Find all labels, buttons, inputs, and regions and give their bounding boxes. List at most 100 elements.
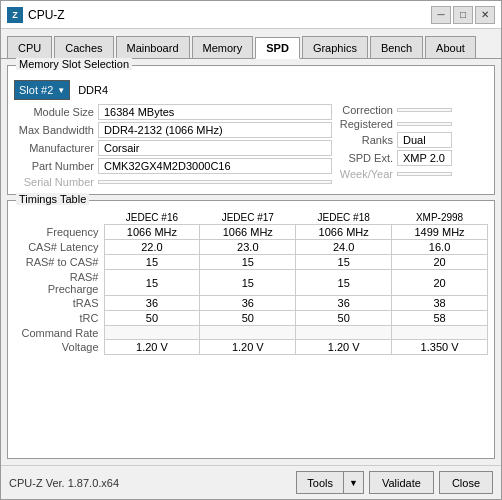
title-controls: ─ □ ✕	[431, 6, 495, 24]
close-button[interactable]: ✕	[475, 6, 495, 24]
footer: CPU-Z Ver. 1.87.0.x64 Tools ▼ Validate C…	[1, 465, 501, 499]
window-title: CPU-Z	[28, 8, 65, 22]
timing-cell-2-2: 15	[296, 255, 392, 270]
close-button-footer[interactable]: Close	[439, 471, 493, 494]
timing-row-label-1: CAS# Latency	[14, 240, 104, 255]
tab-memory[interactable]: Memory	[192, 36, 254, 58]
ranks-row: Ranks Dual	[338, 132, 488, 148]
serial-number-value	[98, 180, 332, 184]
slot-row: Slot #2 ▼ DDR4	[14, 80, 488, 100]
timing-cell-0-1: 1066 MHz	[200, 225, 296, 240]
main-content: Memory Slot Selection Slot #2 ▼ DDR4 Mod…	[1, 59, 501, 465]
timing-cell-4-3: 38	[392, 296, 488, 311]
title-bar-left: Z CPU-Z	[7, 7, 65, 23]
tools-dropdown-arrow-icon[interactable]: ▼	[344, 472, 363, 493]
tab-cpu[interactable]: CPU	[7, 36, 52, 58]
serial-number-row: Serial Number	[14, 176, 332, 188]
registered-label: Registered	[338, 118, 393, 130]
tools-button-label[interactable]: Tools	[297, 472, 344, 493]
timing-cell-0-3: 1499 MHz	[392, 225, 488, 240]
memory-slot-group-title: Memory Slot Selection	[16, 58, 132, 70]
timing-cell-5-1: 50	[200, 311, 296, 326]
timing-cell-2-0: 15	[104, 255, 200, 270]
spd-ext-value: XMP 2.0	[397, 150, 452, 166]
right-details: Correction Registered Ranks Dual SPD Ext…	[338, 104, 488, 188]
tools-button[interactable]: Tools ▼	[296, 471, 364, 494]
timing-cell-2-1: 15	[200, 255, 296, 270]
week-year-value	[397, 172, 452, 176]
timing-cell-5-0: 50	[104, 311, 200, 326]
timing-cell-4-0: 36	[104, 296, 200, 311]
validate-button[interactable]: Validate	[369, 471, 434, 494]
timing-row-label-3: RAS# Precharge	[14, 270, 104, 296]
correction-label: Correction	[338, 104, 393, 116]
manufacturer-row: Manufacturer Corsair	[14, 140, 332, 156]
manufacturer-value: Corsair	[98, 140, 332, 156]
timing-cell-7-1: 1.20 V	[200, 340, 296, 355]
timing-row-label-2: RAS# to CAS#	[14, 255, 104, 270]
main-window: Z CPU-Z ─ □ ✕ CPU Caches Mainboard Memor…	[0, 0, 502, 500]
week-year-label: Week/Year	[338, 168, 393, 180]
correction-row: Correction	[338, 104, 488, 116]
timing-cell-0-0: 1066 MHz	[104, 225, 200, 240]
timing-cell-1-2: 24.0	[296, 240, 392, 255]
spd-ext-row: SPD Ext. XMP 2.0	[338, 150, 488, 166]
tab-about[interactable]: About	[425, 36, 476, 58]
timing-row-label-0: Frequency	[14, 225, 104, 240]
dropdown-arrow-icon: ▼	[57, 86, 65, 95]
timing-cell-4-1: 36	[200, 296, 296, 311]
timings-group: Timings Table JEDEC #16 JEDEC #17 JEDEC …	[7, 200, 495, 459]
slot-dropdown[interactable]: Slot #2 ▼	[14, 80, 70, 100]
ranks-value: Dual	[397, 132, 452, 148]
col-header-jedec18: JEDEC #18	[296, 211, 392, 225]
timing-row-label-4: tRAS	[14, 296, 104, 311]
timing-cell-6-3	[392, 326, 488, 340]
registered-value	[397, 122, 452, 126]
timing-cell-0-2: 1066 MHz	[296, 225, 392, 240]
timing-cell-5-2: 50	[296, 311, 392, 326]
memory-slot-group: Memory Slot Selection Slot #2 ▼ DDR4 Mod…	[7, 65, 495, 195]
footer-buttons: Tools ▼ Validate Close	[296, 471, 493, 494]
app-icon: Z	[7, 7, 23, 23]
timing-cell-6-0	[104, 326, 200, 340]
timing-cell-3-2: 15	[296, 270, 392, 296]
col-header-jedec17: JEDEC #17	[200, 211, 296, 225]
correction-value	[397, 108, 452, 112]
maximize-button[interactable]: □	[453, 6, 473, 24]
timing-cell-3-3: 20	[392, 270, 488, 296]
timing-cell-1-0: 22.0	[104, 240, 200, 255]
tab-spd[interactable]: SPD	[255, 37, 300, 59]
minimize-button[interactable]: ─	[431, 6, 451, 24]
timing-cell-6-1	[200, 326, 296, 340]
timing-cell-2-3: 20	[392, 255, 488, 270]
timing-cell-7-0: 1.20 V	[104, 340, 200, 355]
timings-group-title: Timings Table	[16, 193, 89, 205]
max-bandwidth-row: Max Bandwidth DDR4-2132 (1066 MHz)	[14, 122, 332, 138]
timing-cell-4-2: 36	[296, 296, 392, 311]
part-number-row: Part Number CMK32GX4M2D3000C16	[14, 158, 332, 174]
timing-cell-3-1: 15	[200, 270, 296, 296]
tab-graphics[interactable]: Graphics	[302, 36, 368, 58]
left-details: Module Size 16384 MBytes Max Bandwidth D…	[14, 104, 332, 188]
timing-cell-6-2	[296, 326, 392, 340]
timing-row-label-7: Voltage	[14, 340, 104, 355]
tab-caches[interactable]: Caches	[54, 36, 113, 58]
week-year-row: Week/Year	[338, 168, 488, 180]
timing-cell-7-2: 1.20 V	[296, 340, 392, 355]
spd-ext-label: SPD Ext.	[338, 152, 393, 164]
version-label: CPU-Z Ver. 1.87.0.x64	[9, 477, 119, 489]
col-header-jedec16: JEDEC #16	[104, 211, 200, 225]
tab-mainboard[interactable]: Mainboard	[116, 36, 190, 58]
serial-number-label: Serial Number	[14, 176, 94, 188]
part-number-value: CMK32GX4M2D3000C16	[98, 158, 332, 174]
tab-bench[interactable]: Bench	[370, 36, 423, 58]
title-bar: Z CPU-Z ─ □ ✕	[1, 1, 501, 29]
max-bandwidth-value: DDR4-2132 (1066 MHz)	[98, 122, 332, 138]
module-size-value: 16384 MBytes	[98, 104, 332, 120]
timing-row-label-6: Command Rate	[14, 326, 104, 340]
part-number-label: Part Number	[14, 160, 94, 172]
max-bandwidth-label: Max Bandwidth	[14, 124, 94, 136]
timing-row-label-5: tRC	[14, 311, 104, 326]
col-header-empty	[14, 211, 104, 225]
timings-table: JEDEC #16 JEDEC #17 JEDEC #18 XMP-2998 F…	[14, 211, 488, 355]
